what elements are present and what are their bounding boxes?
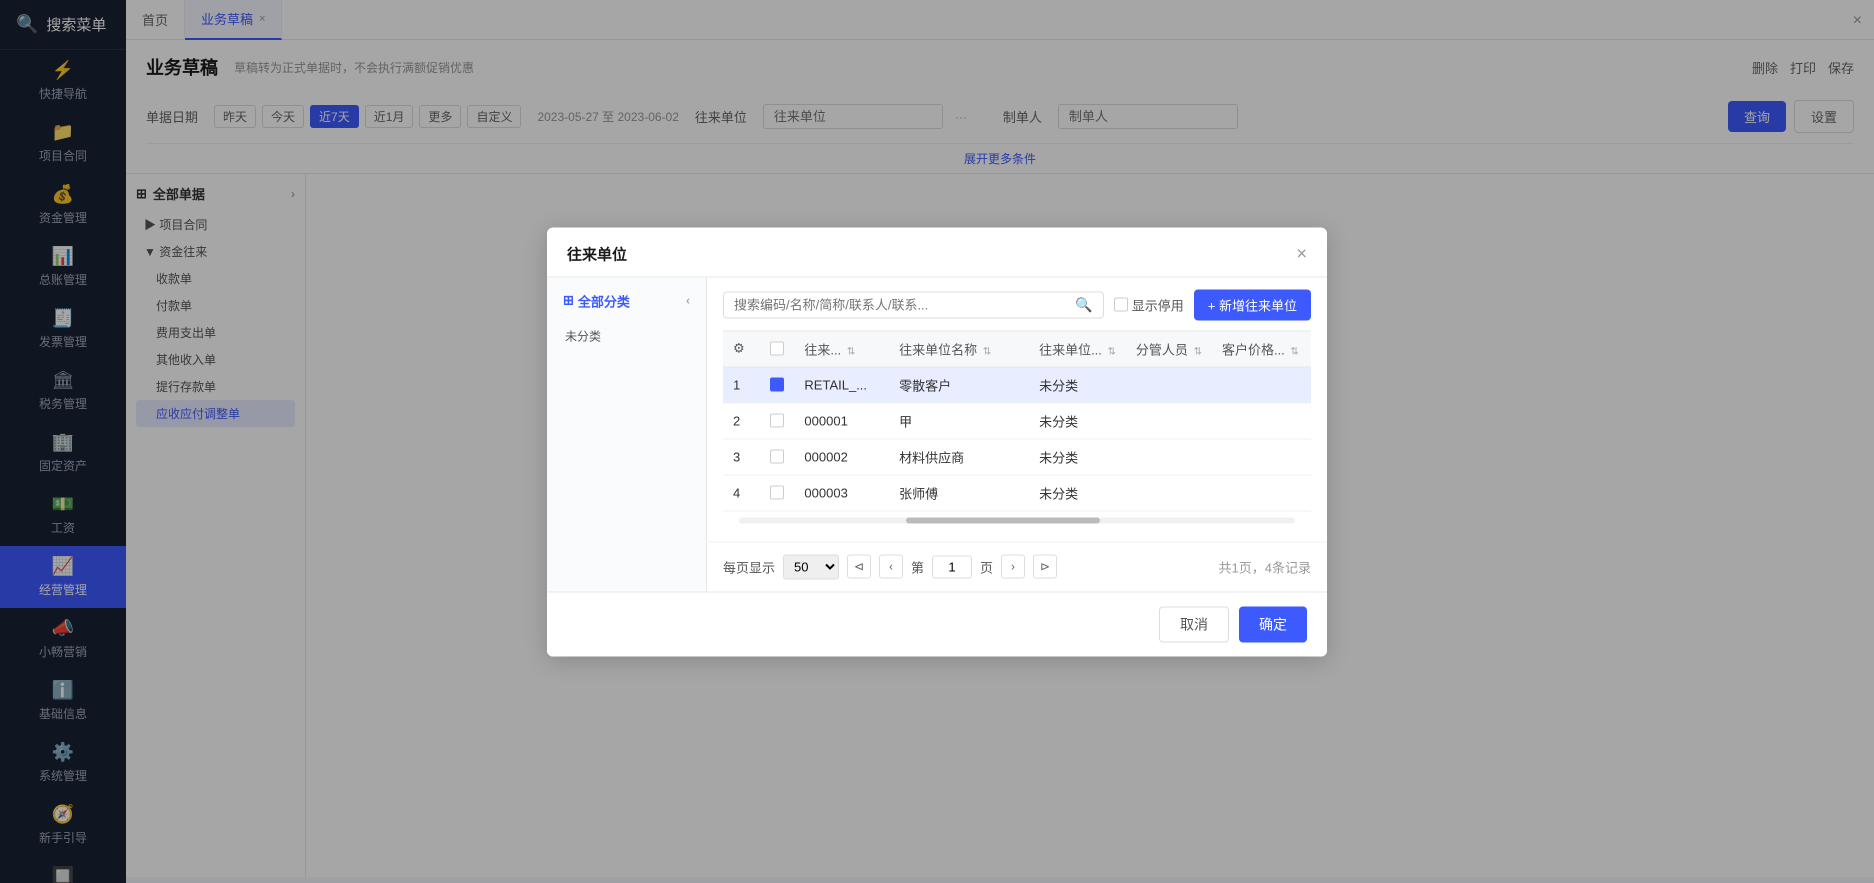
- sort-person-icon: ⇅: [1194, 346, 1202, 357]
- cell-category: 未分类: [1029, 475, 1126, 511]
- cell-price: [1212, 403, 1311, 439]
- add-partner-btn[interactable]: + 新增往来单位: [1194, 289, 1311, 320]
- show-disabled-toggle[interactable]: 显示停用: [1114, 295, 1184, 314]
- table-row[interactable]: 2 000001 甲 未分类: [723, 403, 1311, 439]
- cell-price: [1212, 367, 1311, 403]
- dialog-table: ⚙ 往来... ⇅ 往来单位名称 ⇅: [723, 330, 1311, 511]
- sort-name-icon: ⇅: [983, 346, 991, 357]
- col-header-num: ⚙: [723, 331, 760, 367]
- cell-person: [1126, 403, 1212, 439]
- page-last-btn[interactable]: ⊳: [1033, 555, 1057, 579]
- cell-price: [1212, 439, 1311, 475]
- col-header-person[interactable]: 分管人员 ⇅: [1126, 331, 1212, 367]
- page-input[interactable]: [932, 555, 972, 578]
- partner-dialog: 往来单位 × ⊞ 全部分类 ‹ 未分类 🔍: [547, 227, 1327, 656]
- dialog-tree-item-label: 未分类: [565, 329, 601, 343]
- page-size-select[interactable]: 50 100: [783, 554, 839, 579]
- table-row[interactable]: 4 000003 张师傅 未分类: [723, 475, 1311, 511]
- cell-check[interactable]: [760, 439, 794, 475]
- page-total: 共1页，4条记录: [1219, 557, 1311, 576]
- confirm-btn[interactable]: 确定: [1239, 606, 1307, 642]
- table-row[interactable]: 3 000002 材料供应商 未分类: [723, 439, 1311, 475]
- col-header-category[interactable]: 往来单位... ⇅: [1029, 331, 1126, 367]
- dialog-tree-header: ⊞ 全部分类 ‹: [557, 287, 696, 314]
- dialog-close-btn[interactable]: ×: [1296, 243, 1307, 264]
- dialog-footer: 取消 确定: [547, 591, 1327, 656]
- dialog-body: ⊞ 全部分类 ‹ 未分类 🔍 显示停用: [547, 277, 1327, 591]
- page-first-btn[interactable]: ⊲: [847, 555, 871, 579]
- cell-num: 3: [723, 439, 760, 475]
- search-icon: 🔍: [1075, 296, 1092, 313]
- dialog-tree: ⊞ 全部分类 ‹ 未分类: [547, 277, 707, 591]
- dialog-tree-item-unclassified[interactable]: 未分类: [557, 322, 696, 349]
- cell-name: 张师傅: [889, 475, 1029, 511]
- cell-category: 未分类: [1029, 367, 1126, 403]
- cell-num: 2: [723, 403, 760, 439]
- page-label: 第: [911, 557, 924, 576]
- row-checkbox[interactable]: [770, 378, 784, 392]
- cell-category: 未分类: [1029, 439, 1126, 475]
- cell-check[interactable]: [760, 403, 794, 439]
- search-input[interactable]: [734, 297, 1075, 312]
- cell-category: 未分类: [1029, 403, 1126, 439]
- dialog-collapse-btn[interactable]: ‹: [686, 294, 690, 308]
- cancel-btn[interactable]: 取消: [1159, 606, 1229, 642]
- page-prev-btn[interactable]: ‹: [879, 555, 903, 579]
- select-all-checkbox[interactable]: [770, 342, 784, 356]
- dialog-scrollbar-track[interactable]: [739, 517, 1295, 523]
- per-page-label: 每页显示: [723, 557, 775, 576]
- cell-num: 1: [723, 367, 760, 403]
- cell-check[interactable]: [760, 475, 794, 511]
- grid-icon: ⊞: [563, 293, 574, 309]
- sort-cat-icon: ⇅: [1108, 346, 1116, 357]
- dialog-title: 往来单位: [567, 243, 627, 264]
- dialog-header: 往来单位 ×: [547, 227, 1327, 277]
- dialog-right: 🔍 显示停用 + 新增往来单位 ⚙: [707, 277, 1327, 591]
- col-header-price[interactable]: 客户价格... ⇅: [1212, 331, 1311, 367]
- row-checkbox[interactable]: [770, 486, 784, 500]
- col-header-check: [760, 331, 794, 367]
- row-checkbox[interactable]: [770, 414, 784, 428]
- cell-code: 000002: [794, 439, 889, 475]
- col-header-name[interactable]: 往来单位名称 ⇅: [889, 331, 1029, 367]
- dialog-scrollbar-thumb[interactable]: [906, 517, 1101, 523]
- sort-price-icon: ⇅: [1290, 346, 1298, 357]
- cell-price: [1212, 475, 1311, 511]
- show-disabled-checkbox[interactable]: [1114, 298, 1128, 312]
- cell-name: 材料供应商: [889, 439, 1029, 475]
- search-input-wrap: 🔍: [723, 291, 1104, 318]
- row-checkbox[interactable]: [770, 450, 784, 464]
- cell-name: 甲: [889, 403, 1029, 439]
- cell-name: 零散客户: [889, 367, 1029, 403]
- dialog-pagination: 每页显示 50 100 ⊲ ‹ 第 页 › ⊳ 共1页，4条记录: [707, 541, 1327, 591]
- cell-person: [1126, 439, 1212, 475]
- cell-code: 000001: [794, 403, 889, 439]
- cell-person: [1126, 367, 1212, 403]
- dialog-toolbar: 🔍 显示停用 + 新增往来单位: [723, 289, 1311, 320]
- cell-num: 4: [723, 475, 760, 511]
- settings-icon: ⚙: [733, 341, 745, 356]
- dialog-tree-header-label: 全部分类: [578, 291, 630, 310]
- table-row[interactable]: 1 RETAIL_... 零散客户 未分类: [723, 367, 1311, 403]
- cell-person: [1126, 475, 1212, 511]
- col-header-code[interactable]: 往来... ⇅: [794, 331, 889, 367]
- dialog-content: 🔍 显示停用 + 新增往来单位 ⚙: [707, 277, 1327, 541]
- cell-code: 000003: [794, 475, 889, 511]
- page-suffix: 页: [980, 557, 993, 576]
- cell-check[interactable]: [760, 367, 794, 403]
- page-next-btn[interactable]: ›: [1001, 555, 1025, 579]
- show-disabled-label: 显示停用: [1132, 295, 1184, 314]
- sort-code-icon: ⇅: [847, 346, 855, 357]
- cell-code: RETAIL_...: [794, 367, 889, 403]
